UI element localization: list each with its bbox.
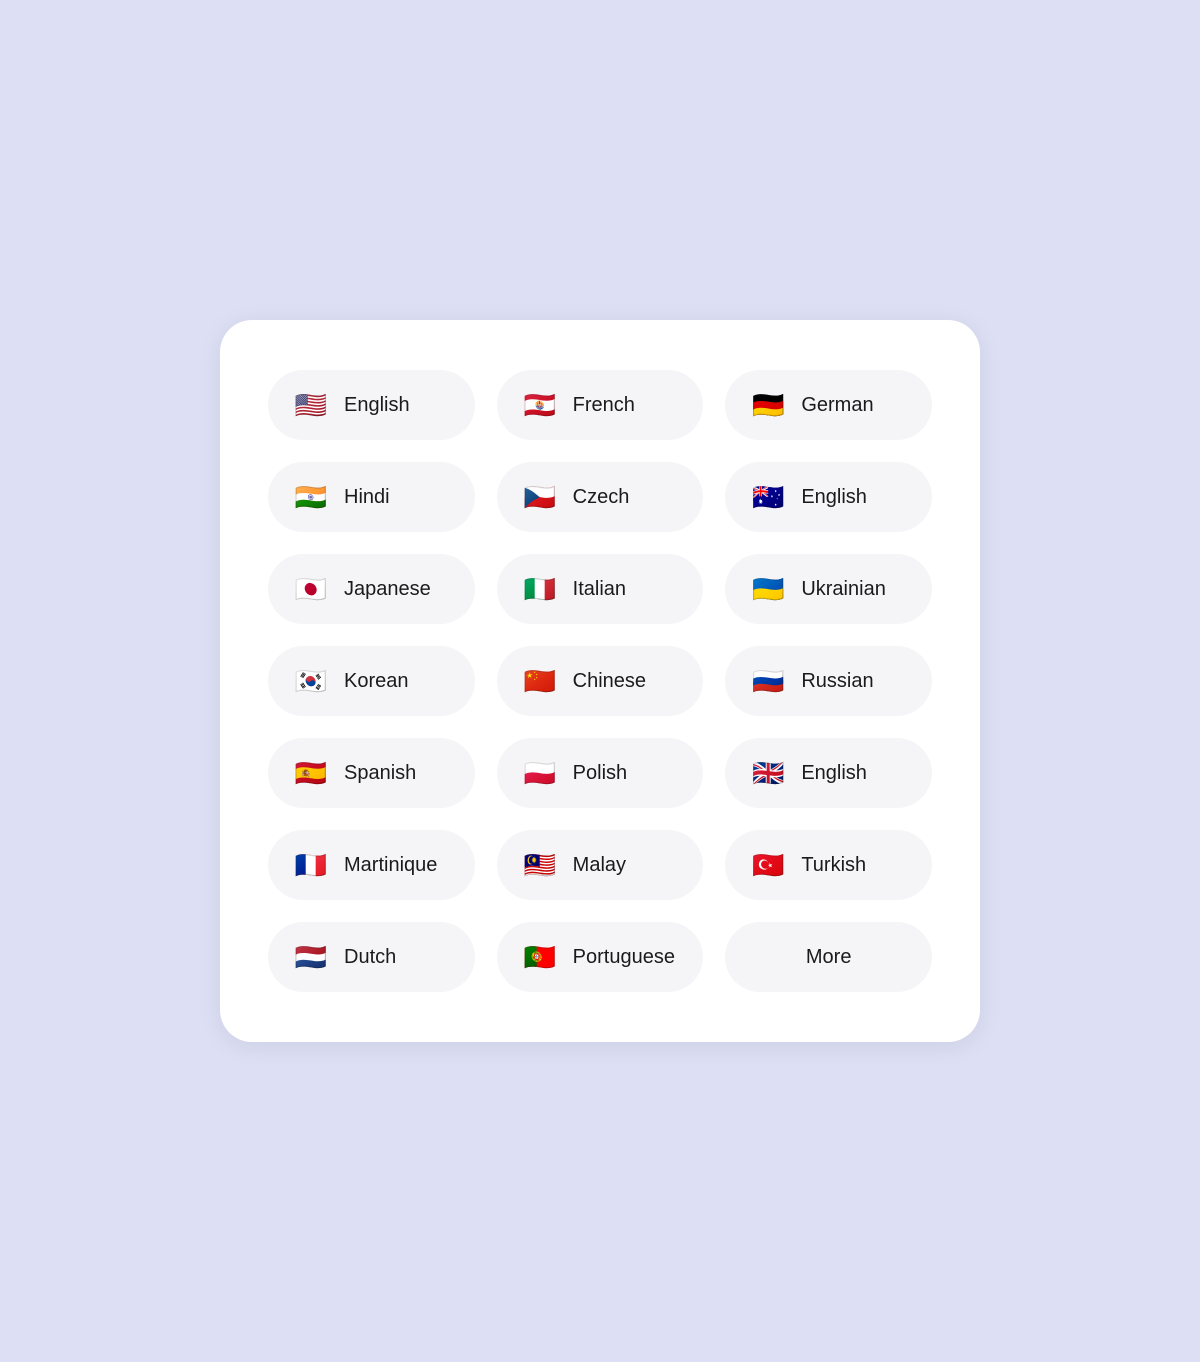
lang-label-chinese: Chinese	[573, 670, 646, 693]
lang-label-czech: Czech	[573, 486, 630, 509]
lang-btn-english-au[interactable]: 🇦🇺 English	[725, 462, 932, 532]
lang-btn-russian[interactable]: 🇷🇺 Russian	[725, 646, 932, 716]
language-card: 🇺🇸 English 🇵🇫 French 🇩🇪 German 🇮🇳 Hindi 🇨🇿 Czech 🇦…	[220, 320, 980, 1042]
flag-english-gb: 🇬🇧	[747, 752, 789, 794]
lang-label-turkish: Turkish	[801, 854, 866, 877]
lang-btn-hindi[interactable]: 🇮🇳 Hindi	[268, 462, 475, 532]
lang-btn-chinese[interactable]: 🇨🇳 Chinese	[497, 646, 704, 716]
lang-btn-portuguese[interactable]: 🇵🇹 Portuguese	[497, 922, 704, 992]
flag-korean: 🇰🇷	[290, 660, 332, 702]
lang-label-martinique: Martinique	[344, 854, 437, 877]
lang-label-malay: Malay	[573, 854, 626, 877]
lang-btn-english-us[interactable]: 🇺🇸 English	[268, 370, 475, 440]
flag-japanese: 🇯🇵	[290, 568, 332, 610]
lang-btn-italian[interactable]: 🇮🇹 Italian	[497, 554, 704, 624]
lang-btn-german[interactable]: 🇩🇪 German	[725, 370, 932, 440]
flag-chinese: 🇨🇳	[519, 660, 561, 702]
lang-label-japanese: Japanese	[344, 578, 431, 601]
lang-btn-polish[interactable]: 🇵🇱 Polish	[497, 738, 704, 808]
lang-btn-malay[interactable]: 🇲🇾 Malay	[497, 830, 704, 900]
lang-btn-english-gb[interactable]: 🇬🇧 English	[725, 738, 932, 808]
lang-label-portuguese: Portuguese	[573, 946, 675, 969]
lang-label-english-gb: English	[801, 762, 867, 785]
flag-turkish: 🇹🇷	[747, 844, 789, 886]
flag-english-us: 🇺🇸	[290, 384, 332, 426]
lang-btn-turkish[interactable]: 🇹🇷 Turkish	[725, 830, 932, 900]
lang-label-polish: Polish	[573, 762, 627, 785]
flag-polish: 🇵🇱	[519, 752, 561, 794]
lang-label-korean: Korean	[344, 670, 409, 693]
flag-hindi: 🇮🇳	[290, 476, 332, 518]
lang-btn-korean[interactable]: 🇰🇷 Korean	[268, 646, 475, 716]
lang-label-dutch: Dutch	[344, 946, 396, 969]
lang-btn-spanish[interactable]: 🇪🇸 Spanish	[268, 738, 475, 808]
flag-russian: 🇷🇺	[747, 660, 789, 702]
lang-label-italian: Italian	[573, 578, 626, 601]
flag-portuguese: 🇵🇹	[519, 936, 561, 978]
lang-btn-czech[interactable]: 🇨🇿 Czech	[497, 462, 704, 532]
language-grid: 🇺🇸 English 🇵🇫 French 🇩🇪 German 🇮🇳 Hindi 🇨🇿 Czech 🇦…	[268, 370, 932, 992]
lang-label-russian: Russian	[801, 670, 873, 693]
flag-english-au: 🇦🇺	[747, 476, 789, 518]
flag-czech: 🇨🇿	[519, 476, 561, 518]
lang-label-french: French	[573, 394, 635, 417]
lang-label-hindi: Hindi	[344, 486, 390, 509]
lang-btn-japanese[interactable]: 🇯🇵 Japanese	[268, 554, 475, 624]
flag-french: 🇵🇫	[519, 384, 561, 426]
lang-btn-martinique[interactable]: 🇫🇷 Martinique	[268, 830, 475, 900]
lang-btn-ukrainian[interactable]: 🇺🇦 Ukrainian	[725, 554, 932, 624]
flag-spanish: 🇪🇸	[290, 752, 332, 794]
lang-label-german: German	[801, 394, 873, 417]
lang-label-english-us: English	[344, 394, 410, 417]
flag-dutch: 🇳🇱	[290, 936, 332, 978]
lang-btn-dutch[interactable]: 🇳🇱 Dutch	[268, 922, 475, 992]
lang-label-ukrainian: Ukrainian	[801, 578, 885, 601]
lang-label-spanish: Spanish	[344, 762, 416, 785]
lang-label-english-au: English	[801, 486, 867, 509]
flag-german: 🇩🇪	[747, 384, 789, 426]
flag-ukrainian: 🇺🇦	[747, 568, 789, 610]
flag-malay: 🇲🇾	[519, 844, 561, 886]
flag-martinique: 🇫🇷	[290, 844, 332, 886]
lang-btn-french[interactable]: 🇵🇫 French	[497, 370, 704, 440]
flag-italian: 🇮🇹	[519, 568, 561, 610]
more-button[interactable]: More	[725, 922, 932, 992]
